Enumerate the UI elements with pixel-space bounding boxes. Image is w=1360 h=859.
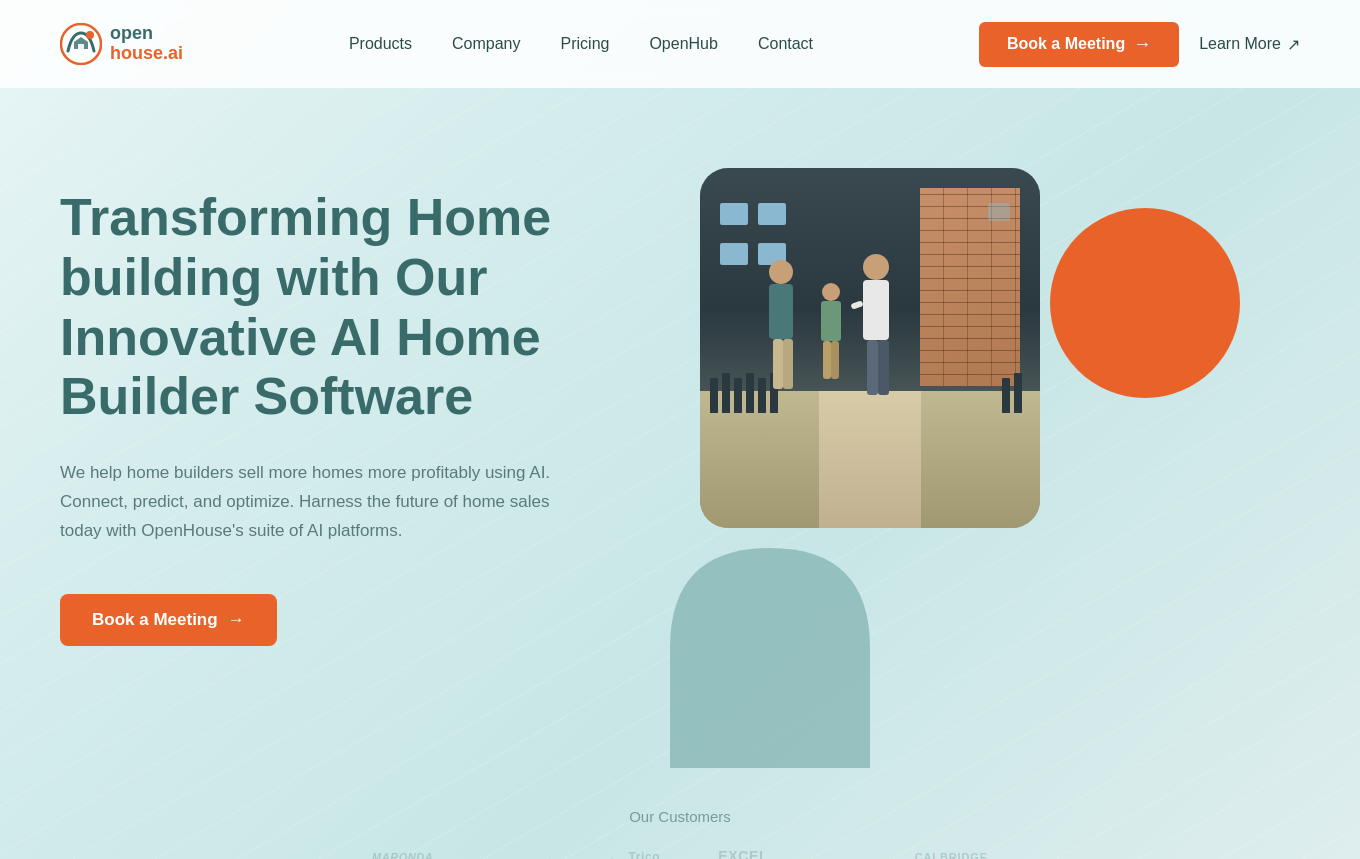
maronda-text-1: MARONDA	[372, 851, 433, 859]
calbridge-text: CALBRIDGE HOMES	[915, 850, 988, 859]
svg-rect-5	[773, 339, 783, 389]
svg-rect-6	[783, 339, 793, 389]
customer-logo-calbridge: CALBRIDGE HOMES	[915, 850, 988, 859]
customer-logo-trico: TricoHomes	[605, 851, 666, 859]
customer-logos-row: MARONDA Homes Hopewell TricoHomes E	[60, 849, 1300, 859]
svg-rect-8	[821, 301, 841, 341]
svg-point-7	[822, 283, 840, 301]
window-5	[988, 203, 1010, 221]
window-3	[720, 243, 748, 265]
logo-text: open house.ai	[110, 24, 183, 64]
svg-rect-9	[823, 341, 831, 379]
window-2	[758, 203, 786, 225]
window-1	[720, 203, 748, 225]
nav-item-company[interactable]: Company	[452, 35, 520, 53]
svg-rect-12	[863, 280, 889, 340]
navigation: open house.ai Products Company Pricing O…	[0, 0, 1360, 88]
fence-board	[722, 373, 730, 413]
svg-rect-13	[867, 340, 878, 395]
svg-point-11	[863, 254, 889, 280]
arrow-icon: →	[1133, 34, 1151, 55]
svg-rect-14	[878, 340, 889, 395]
teal-arch-decoration	[670, 548, 870, 768]
building-scene	[700, 168, 1040, 528]
nav-item-products[interactable]: Products	[349, 35, 412, 53]
svg-rect-15	[850, 300, 863, 310]
fence-board	[710, 378, 718, 413]
hero-cta-label: Book a Meeting	[92, 610, 218, 630]
nav-learn-more-button[interactable]: Learn More ↗	[1199, 35, 1300, 54]
nav-links: Products Company Pricing OpenHub Contact	[349, 35, 813, 53]
hero-image-area	[660, 168, 1300, 748]
fence-board	[1014, 373, 1022, 413]
nav-item-contact[interactable]: Contact	[758, 35, 813, 53]
logo-icon	[60, 23, 102, 65]
hero-title: Transforming Home building with Our Inno…	[60, 188, 620, 427]
customers-label: Our Customers	[60, 808, 1300, 825]
nav-item-openhub[interactable]: OpenHub	[649, 35, 718, 53]
customers-section: Our Customers MARONDA Homes Hopewell Tri…	[0, 788, 1360, 859]
svg-rect-10	[831, 341, 839, 379]
nav-actions: Book a Meeting → Learn More ↗	[979, 22, 1300, 67]
hero-image-card	[700, 168, 1040, 528]
trico-text: TricoHomes	[605, 851, 666, 859]
svg-point-3	[769, 260, 793, 284]
fence-board	[734, 378, 742, 413]
hero-book-meeting-button[interactable]: Book a Meeting →	[60, 594, 277, 646]
nav-book-meeting-button[interactable]: Book a Meeting →	[979, 22, 1179, 67]
family-figures	[751, 247, 911, 427]
logo[interactable]: open house.ai	[60, 23, 183, 65]
nav-learn-more-label: Learn More	[1199, 35, 1281, 53]
excel-text: EXCELHOMES	[716, 849, 771, 859]
orange-circle-decoration	[1050, 208, 1240, 398]
svg-rect-4	[769, 284, 793, 339]
nav-item-pricing[interactable]: Pricing	[561, 35, 610, 53]
svg-point-2	[86, 31, 94, 39]
fence-board	[1002, 378, 1010, 413]
svg-rect-1	[78, 44, 84, 49]
customer-logo-excel: EXCELHOMES	[716, 849, 771, 859]
hero-section: Transforming Home building with Our Inno…	[0, 88, 1360, 788]
external-link-icon: ↗	[1287, 35, 1300, 54]
hero-content: Transforming Home building with Our Inno…	[60, 168, 620, 646]
nav-book-meeting-label: Book a Meeting	[1007, 35, 1125, 53]
customer-logo-maronda: MARONDA Homes	[372, 851, 433, 859]
cta-arrow-icon: →	[228, 610, 245, 630]
hero-description: We help home builders sell more homes mo…	[60, 459, 580, 546]
